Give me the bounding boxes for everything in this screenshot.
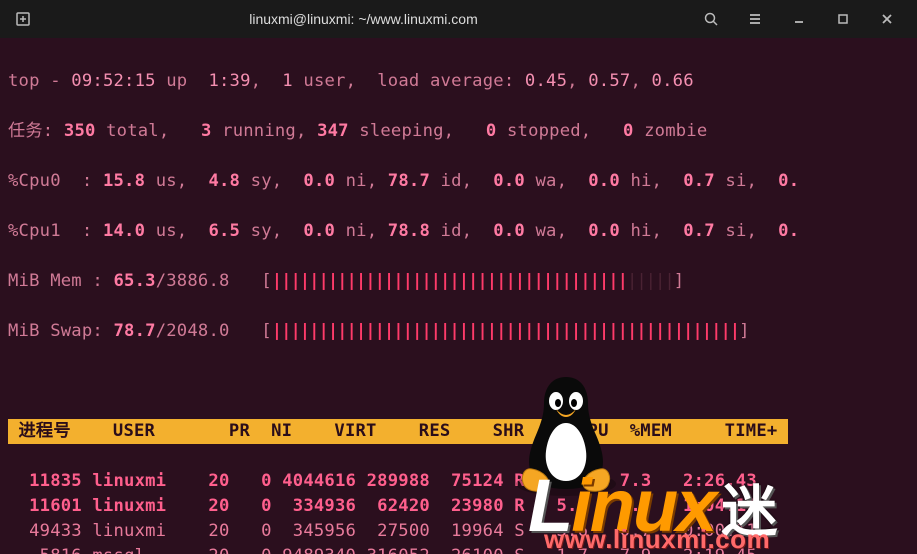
swap-line: MiB Swap: 78.7/2048.0 [|||||||||||||||||… bbox=[8, 319, 909, 344]
terminal-output[interactable]: top - 09:52:15 up 1:39, 1 user, load ave… bbox=[0, 38, 917, 554]
cpu1-line: %Cpu1 : 14.0 us, 6.5 sy, 0.0 ni, 78.8 id… bbox=[8, 219, 909, 244]
maximize-button[interactable] bbox=[821, 0, 865, 38]
minimize-button[interactable] bbox=[777, 0, 821, 38]
process-row: 11835 linuxmi 20 0 4044616 289988 75124 … bbox=[8, 469, 909, 494]
titlebar: linuxmi@linuxmi: ~/www.linuxmi.com bbox=[0, 0, 917, 38]
process-row: 5816 mssql 20 0 9489340 316052 26100 S 1… bbox=[8, 544, 909, 554]
close-button[interactable] bbox=[865, 0, 909, 38]
mem-line: MiB Mem : 65.3/3886.8 [|||||||||||||||||… bbox=[8, 269, 909, 294]
tasks-line: 任务: 350 total, 3 running, 347 sleeping, … bbox=[8, 119, 909, 144]
window-title: linuxmi@linuxmi: ~/www.linuxmi.com bbox=[38, 11, 689, 27]
process-row: 49433 linuxmi 20 0 345956 27500 19964 S … bbox=[8, 519, 909, 544]
search-icon[interactable] bbox=[689, 0, 733, 38]
new-tab-button[interactable] bbox=[8, 0, 38, 38]
blank-line bbox=[8, 369, 909, 394]
top-summary-line: top - 09:52:15 up 1:39, 1 user, load ave… bbox=[8, 69, 909, 94]
cpu0-line: %Cpu0 : 15.8 us, 4.8 sy, 0.0 ni, 78.7 id… bbox=[8, 169, 909, 194]
menu-icon[interactable] bbox=[733, 0, 777, 38]
header-row: 进程号 USER PR NI VIRT RES SHR %CPU %MEM TI… bbox=[8, 419, 909, 444]
process-row: 11601 linuxmi 20 0 334936 62420 23980 R … bbox=[8, 494, 909, 519]
terminal-window: linuxmi@linuxmi: ~/www.linuxmi.com top -… bbox=[0, 0, 917, 554]
